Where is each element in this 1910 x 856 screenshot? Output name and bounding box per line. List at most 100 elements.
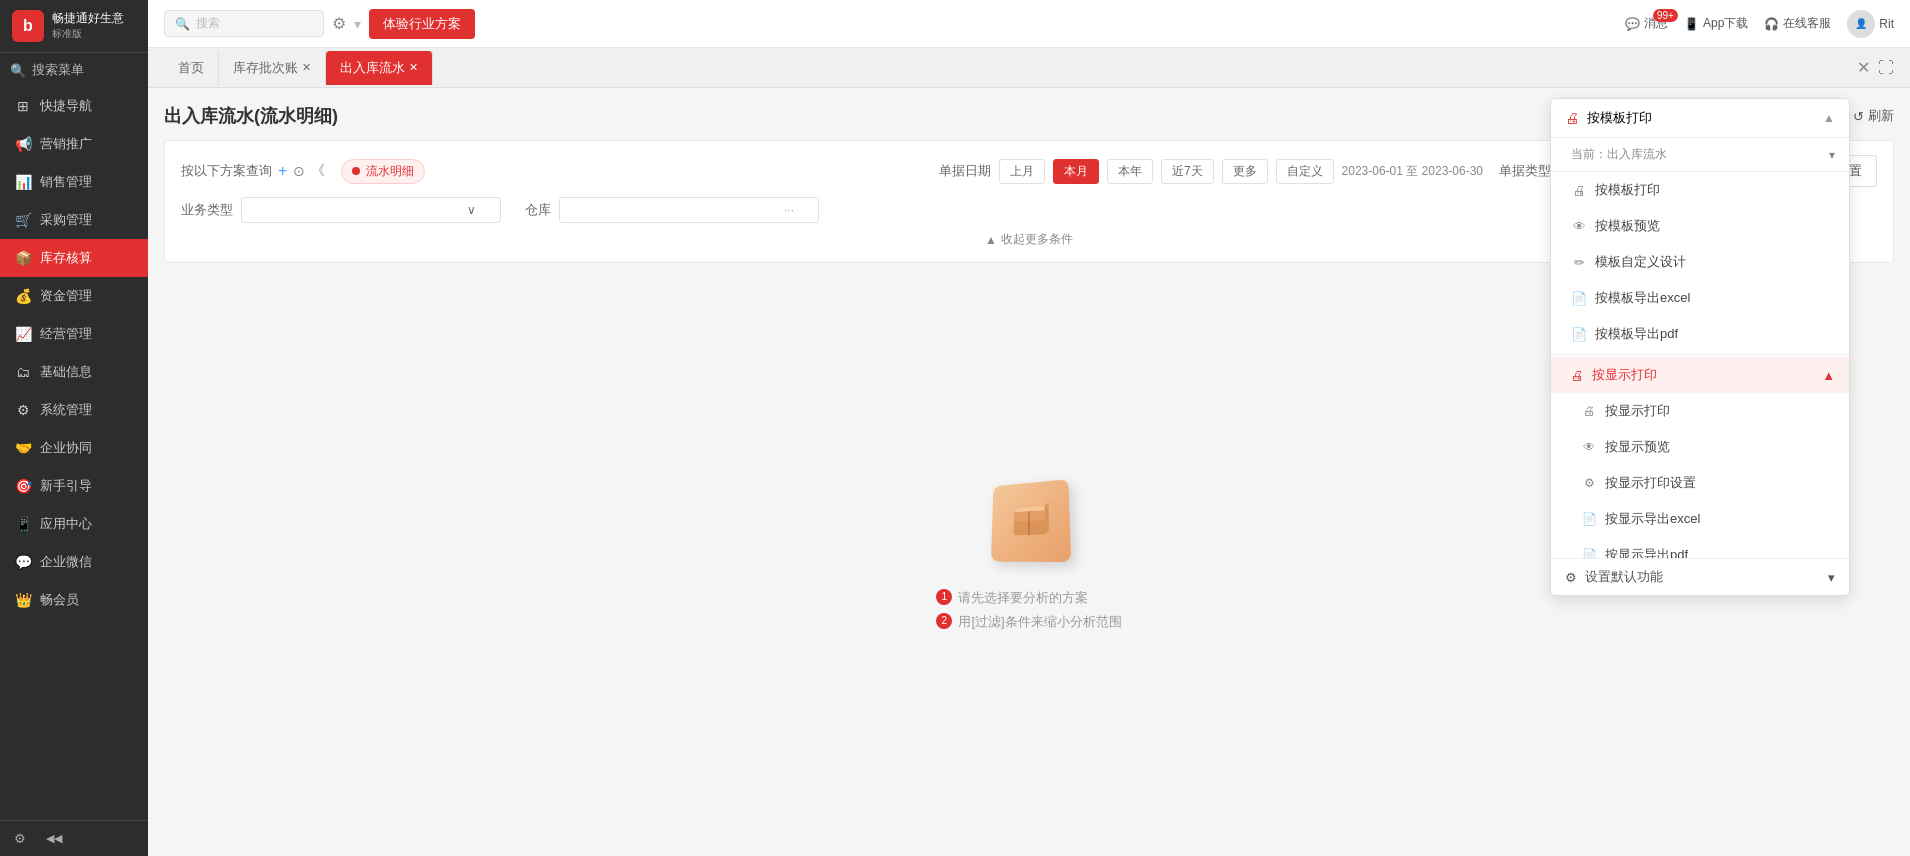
tab-close-window-icon[interactable]: ✕ (1857, 58, 1870, 77)
sidebar-settings-icon[interactable]: ⚙ (14, 831, 26, 846)
warehouse-select[interactable]: ··· (559, 197, 819, 223)
sidebar-item-enterprise-wechat[interactable]: 💬 企业微信 (0, 543, 148, 581)
dp-item-template-excel[interactable]: 📄 按模板导出excel (1551, 280, 1849, 316)
user-avatar-item[interactable]: 👤 Rit (1847, 10, 1894, 38)
sidebar-item-finance[interactable]: 💰 资金管理 (0, 277, 148, 315)
dp-scroll-area: 当前：出入库流水 ▾ 🖨 按模板打印 👁 按模板预览 ✏ 模板自定义设计 📄 按… (1551, 138, 1849, 558)
sidebar-item-label: 销售管理 (40, 173, 92, 191)
tab-flow[interactable]: 出入库流水 ✕ (326, 51, 433, 85)
sidebar-item-label: 企业微信 (40, 553, 92, 571)
sidebar-item-member[interactable]: 👑 畅会员 (0, 581, 148, 619)
dp-item-template-preview[interactable]: 👁 按模板预览 (1551, 208, 1849, 244)
search-icon: 🔍 (10, 63, 26, 78)
dp-item-template-pdf[interactable]: 📄 按模板导出pdf (1551, 316, 1849, 352)
sidebar-item-sales[interactable]: 📊 销售管理 (0, 163, 148, 201)
collapse-button[interactable]: ▲ 收起更多条件 (985, 231, 1073, 248)
flow-tab-close-icon[interactable]: ✕ (409, 61, 418, 74)
sidebar-item-label: 基础信息 (40, 363, 92, 381)
dp-sub-display-preview[interactable]: 👁 按显示预览 (1551, 429, 1849, 465)
online-service-label: 在线客服 (1783, 15, 1831, 32)
dp-current-indicator: 当前：出入库流水 ▾ (1551, 138, 1849, 172)
dp-item-template-print[interactable]: 🖨 按模板打印 (1551, 172, 1849, 208)
date-option-last-month[interactable]: 上月 (999, 159, 1045, 184)
dp-pdf-icon-1: 📄 (1571, 327, 1587, 342)
biz-type-chevron-icon: ∨ (467, 203, 476, 217)
online-service-item[interactable]: 🎧 在线客服 (1764, 15, 1831, 32)
logo-name: 畅捷通好生意 (52, 11, 124, 27)
dp-display-print-section-header[interactable]: 🖨 按显示打印 ▲ (1551, 357, 1849, 393)
empty-illustration (969, 481, 1089, 581)
header-gear-icon[interactable]: ⚙ (332, 14, 346, 33)
batch-account-tab-label: 库存批次账 (233, 59, 298, 77)
header-chevron-icon[interactable]: ▾ (354, 16, 361, 32)
date-option-more[interactable]: 更多 (1222, 159, 1268, 184)
hint-text-2: 用[过滤]条件来缩小分析范围 (958, 613, 1121, 631)
app-center-icon: 📱 (14, 516, 32, 532)
message-item[interactable]: 💬 消息 99+ (1625, 15, 1668, 32)
app-download-item[interactable]: 📱 App下载 (1684, 15, 1748, 32)
sidebar-item-app-center[interactable]: 📱 应用中心 (0, 505, 148, 543)
filter-settings-icon[interactable]: ⊙ (293, 163, 305, 179)
sidebar-item-quick-nav[interactable]: ⊞ 快捷导航 (0, 87, 148, 125)
header-search-bar[interactable]: 🔍 搜索 (164, 10, 324, 37)
tab-batch-account[interactable]: 库存批次账 ✕ (219, 51, 326, 85)
header-left: 🔍 搜索 ⚙ ▾ 体验行业方案 (164, 9, 1613, 39)
collapse-label: 收起更多条件 (1001, 231, 1073, 248)
avatar: 👤 (1847, 10, 1875, 38)
warehouse-group: 仓库 ··· (525, 197, 819, 223)
dp-sub-display-pdf[interactable]: 📄 按显示导出pdf (1551, 537, 1849, 558)
sidebar-item-label: 畅会员 (40, 591, 79, 609)
dp-sub-display-print[interactable]: 🖨 按显示打印 (1551, 393, 1849, 429)
date-option-7days[interactable]: 近7天 (1161, 159, 1214, 184)
active-filter-chip[interactable]: 流水明细 (341, 159, 425, 184)
message-icon: 💬 (1625, 17, 1640, 31)
date-option-current-month[interactable]: 本月 (1053, 159, 1099, 184)
dp-item-template-custom[interactable]: ✏ 模板自定义设计 (1551, 244, 1849, 280)
date-option-current-year[interactable]: 本年 (1107, 159, 1153, 184)
sidebar-search[interactable]: 🔍 搜索菜单 (0, 53, 148, 87)
filter-collapse-icon[interactable]: 《 (311, 162, 325, 180)
dp-sub-print-icon: 🖨 (1581, 404, 1597, 418)
dp-current-chevron-icon: ▾ (1829, 148, 1835, 162)
warehouse-more-icon[interactable]: ··· (784, 203, 794, 217)
dp-footer[interactable]: ⚙ 设置默认功能 ▾ (1551, 558, 1849, 595)
basic-icon: 🗂 (14, 364, 32, 380)
sidebar-item-label: 营销推广 (40, 135, 92, 153)
tab-maximize-icon[interactable]: ⛶ (1878, 59, 1894, 77)
biz-type-select[interactable]: ∨ (241, 197, 501, 223)
dp-sub-display-excel[interactable]: 📄 按显示导出excel (1551, 501, 1849, 537)
sidebar-item-purchase[interactable]: 🛒 采购管理 (0, 201, 148, 239)
dp-header-chevron-icon[interactable]: ▲ (1823, 111, 1835, 125)
sidebar-item-newbie[interactable]: 🎯 新手引导 (0, 467, 148, 505)
sidebar-item-marketing[interactable]: 📢 营销推广 (0, 125, 148, 163)
biz-type-label: 业务类型 (181, 201, 233, 219)
hint-number-1: 1 (936, 589, 952, 605)
app-download-icon: 📱 (1684, 17, 1699, 31)
sidebar-item-enterprise[interactable]: 🤝 企业协同 (0, 429, 148, 467)
tab-bar: 首页 库存批次账 ✕ 出入库流水 ✕ ✕ ⛶ (148, 48, 1910, 88)
sidebar-item-system[interactable]: ⚙ 系统管理 (0, 391, 148, 429)
marketing-icon: 📢 (14, 136, 32, 152)
dp-header-print-icon: 🖨 (1565, 110, 1579, 126)
sidebar-item-operations[interactable]: 📈 经营管理 (0, 315, 148, 353)
filter-add-icon[interactable]: + (278, 162, 287, 180)
sidebar-collapse-icon[interactable]: ◀◀ (46, 832, 62, 845)
sidebar-item-label: 新手引导 (40, 477, 92, 495)
refresh-label: 刷新 (1868, 107, 1894, 125)
dp-sub-excel-icon: 📄 (1581, 512, 1597, 526)
sidebar-item-label: 资金管理 (40, 287, 92, 305)
header: 🔍 搜索 ⚙ ▾ 体验行业方案 💬 消息 99+ 📱 App下载 🎧 在线客服 (148, 0, 1910, 48)
dp-custom-icon: ✏ (1571, 255, 1587, 270)
filter-section-label: 按以下方案查询 (181, 162, 272, 180)
doc-type-label: 单据类型 (1499, 162, 1551, 180)
sidebar-item-basic[interactable]: 🗂 基础信息 (0, 353, 148, 391)
batch-account-tab-close-icon[interactable]: ✕ (302, 61, 311, 74)
dp-sub-display-print-settings[interactable]: ⚙ 按显示打印设置 (1551, 465, 1849, 501)
refresh-button[interactable]: ↺ 刷新 (1853, 107, 1894, 125)
trial-button[interactable]: 体验行业方案 (369, 9, 475, 39)
system-icon: ⚙ (14, 402, 32, 418)
sidebar-item-inventory[interactable]: 📦 库存核算 (0, 239, 148, 277)
member-icon: 👑 (14, 592, 32, 608)
date-option-custom[interactable]: 自定义 (1276, 159, 1334, 184)
tab-home[interactable]: 首页 (164, 51, 219, 85)
